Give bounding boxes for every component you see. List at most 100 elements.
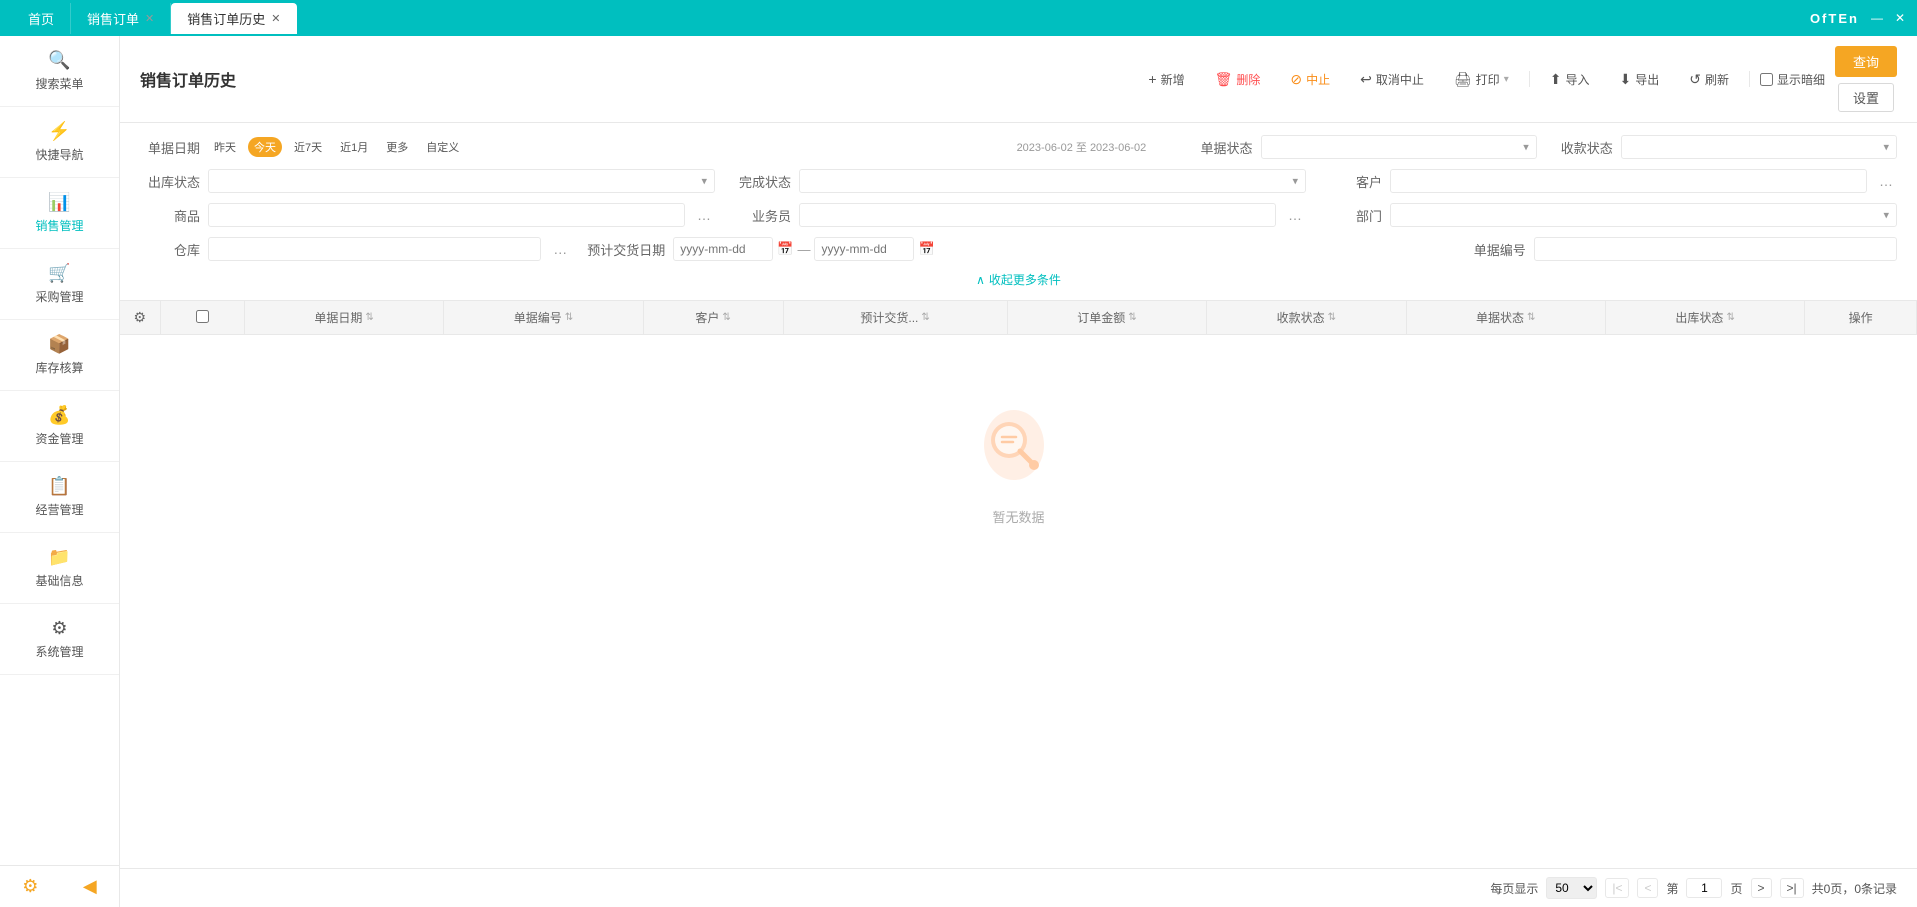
delivery-date-end[interactable] <box>814 237 914 261</box>
search-menu-icon: 🔍 <box>48 50 70 71</box>
tab-sales-order-history-close[interactable]: ✕ <box>271 12 280 25</box>
sidebar-item-system-mgmt[interactable]: ⚙ 系统管理 <box>0 604 119 675</box>
date-1month[interactable]: 近1月 <box>334 137 374 157</box>
date-today[interactable]: 今天 <box>248 137 282 157</box>
order-status-select[interactable] <box>1261 135 1537 159</box>
sidebar-item-quick-nav[interactable]: ⚡ 快捷导航 <box>0 107 119 178</box>
inventory-icon: 📦 <box>48 334 70 355</box>
col-outbound-sort[interactable]: 出库状态 ⇅ <box>1616 309 1794 326</box>
col-order-status-sort[interactable]: 单据状态 ⇅ <box>1417 309 1595 326</box>
delivery-date-wrap: 📅 — 📅 <box>673 237 1449 261</box>
show-columns-checkbox[interactable] <box>1760 73 1773 86</box>
sidebar-item-inventory-label: 库存核算 <box>35 359 83 376</box>
page-number-input[interactable] <box>1686 878 1722 898</box>
calendar-start-icon[interactable]: 📅 <box>777 241 793 257</box>
add-button[interactable]: + 新增 <box>1138 67 1194 92</box>
setting-button[interactable]: 设置 <box>1838 83 1894 112</box>
sort-outbound-icon: ⇅ <box>1726 312 1734 323</box>
stop-label: 中止 <box>1306 71 1330 88</box>
window-minimize-btn[interactable]: — <box>1871 11 1883 25</box>
sidebar-item-basic-info-label: 基础信息 <box>35 572 83 589</box>
goods-input[interactable] <box>208 203 685 227</box>
salesperson-input[interactable] <box>799 203 1276 227</box>
date-label: 单据日期 <box>140 138 200 157</box>
filter-collapse-btn[interactable]: ∧ 收起更多条件 <box>140 271 1897 288</box>
empty-state: 暂无数据 <box>120 335 1917 586</box>
sidebar-item-search-menu[interactable]: 🔍 搜索菜单 <box>0 36 119 107</box>
col-checkbox <box>160 301 244 335</box>
col-outbound-status: 出库状态 ⇅ <box>1605 301 1804 335</box>
complete-status-label: 完成状态 <box>731 172 791 191</box>
window-close-btn[interactable]: ✕ <box>1895 11 1905 25</box>
tab-sales-order-close[interactable]: ✕ <box>145 12 154 25</box>
col-amount-sort[interactable]: 订单金额 ⇅ <box>1018 309 1196 326</box>
sidebar-bottom: ⚙ ◀ <box>0 865 119 907</box>
date-more[interactable]: 更多 <box>380 137 414 157</box>
empty-text: 暂无数据 <box>992 507 1044 526</box>
sidebar-item-sales-mgmt[interactable]: 📊 销售管理 <box>0 178 119 249</box>
refresh-button[interactable]: ↺ 刷新 <box>1679 67 1739 92</box>
filter-payment-status: 收款状态 <box>1553 135 1897 159</box>
outbound-status-select[interactable] <box>208 169 715 193</box>
tab-sales-order[interactable]: 销售订单 ✕ <box>71 3 171 34</box>
col-customer-sort[interactable]: 客户 ⇅ <box>654 309 773 326</box>
sidebar-collapse-btn[interactable]: ◀ <box>83 876 97 897</box>
sort-order-status-icon: ⇅ <box>1527 312 1535 323</box>
stop-button[interactable]: ⊘ 中止 <box>1280 67 1340 92</box>
date-yesterday[interactable]: 昨天 <box>208 137 242 157</box>
date-custom[interactable]: 自定义 <box>420 137 465 157</box>
warehouse-ellipsis[interactable]: … <box>549 241 571 257</box>
col-delivery-sort[interactable]: 预计交货... ⇅ <box>794 309 997 326</box>
export-button[interactable]: ⬇ 导出 <box>1609 67 1669 92</box>
toolbar-sep <box>1529 71 1530 87</box>
print-dropdown-icon[interactable]: ▾ <box>1504 74 1509 85</box>
page-first-btn[interactable]: |< <box>1605 878 1629 898</box>
sidebar-item-basic-info[interactable]: 📁 基础信息 <box>0 533 119 604</box>
col-payment-sort[interactable]: 收款状态 ⇅ <box>1217 309 1395 326</box>
sort-customer-icon: ⇅ <box>722 312 730 323</box>
tab-home[interactable]: 首页 <box>12 3 71 34</box>
complete-status-select[interactable] <box>799 169 1306 193</box>
page-next-btn[interactable]: > <box>1751 878 1772 898</box>
column-settings-icon[interactable]: ⚙ <box>133 309 146 325</box>
sidebar-item-purchase-mgmt[interactable]: 🛒 采购管理 <box>0 249 119 320</box>
sales-mgmt-icon: 📊 <box>48 192 70 213</box>
dept-select[interactable] <box>1390 203 1897 227</box>
query-button[interactable]: 查询 <box>1835 46 1897 77</box>
finance-icon: 💰 <box>48 405 70 426</box>
table-area: ⚙ 单据日期 ⇅ 单据编号 <box>120 301 1917 868</box>
select-all-checkbox[interactable] <box>196 310 209 323</box>
tab-bar: 首页 销售订单 ✕ 销售订单历史 ✕ <box>12 3 297 34</box>
sidebar-item-inventory[interactable]: 📦 库存核算 <box>0 320 119 391</box>
col-date-sort[interactable]: 单据日期 ⇅ <box>255 309 433 326</box>
calendar-end-icon[interactable]: 📅 <box>918 241 934 257</box>
import-button[interactable]: ⬆ 导入 <box>1540 67 1600 92</box>
warehouse-input[interactable] <box>208 237 541 261</box>
sort-delivery-icon: ⇅ <box>921 312 929 323</box>
payment-status-select[interactable] <box>1621 135 1897 159</box>
delivery-date-start[interactable] <box>673 237 773 261</box>
col-delivery-label: 预计交货... <box>860 309 918 326</box>
print-button[interactable]: 🖨 打印 ▾ <box>1444 67 1519 92</box>
page-size-select[interactable]: 20 50 100 <box>1546 877 1597 899</box>
goods-ellipsis[interactable]: … <box>693 207 715 223</box>
customer-input[interactable] <box>1390 169 1867 193</box>
cancel-stop-icon: ↩ <box>1360 71 1372 88</box>
cancel-stop-button[interactable]: ↩ 取消中止 <box>1350 67 1434 92</box>
operations-icon: 📋 <box>48 476 70 497</box>
sidebar-item-operations[interactable]: 📋 经营管理 <box>0 462 119 533</box>
page-prev-btn[interactable]: < <box>1637 878 1658 898</box>
page-last-btn[interactable]: >| <box>1780 878 1804 898</box>
order-no-input[interactable] <box>1534 237 1897 261</box>
delivery-date-label: 预计交货日期 <box>587 240 665 259</box>
date-7days[interactable]: 近7天 <box>288 137 328 157</box>
tab-sales-order-history[interactable]: 销售订单历史 ✕ <box>171 3 297 34</box>
sidebar-settings-btn[interactable]: ⚙ <box>22 876 38 897</box>
customer-ellipsis[interactable]: … <box>1875 173 1897 189</box>
page-title: 销售订单历史 <box>140 67 236 91</box>
sidebar-item-finance[interactable]: 💰 资金管理 <box>0 391 119 462</box>
col-order-no-sort[interactable]: 单据编号 ⇅ <box>454 309 632 326</box>
salesperson-ellipsis[interactable]: … <box>1284 207 1306 223</box>
sort-date-icon: ⇅ <box>365 312 373 323</box>
delete-button[interactable]: 🗑 删除 <box>1205 67 1271 92</box>
